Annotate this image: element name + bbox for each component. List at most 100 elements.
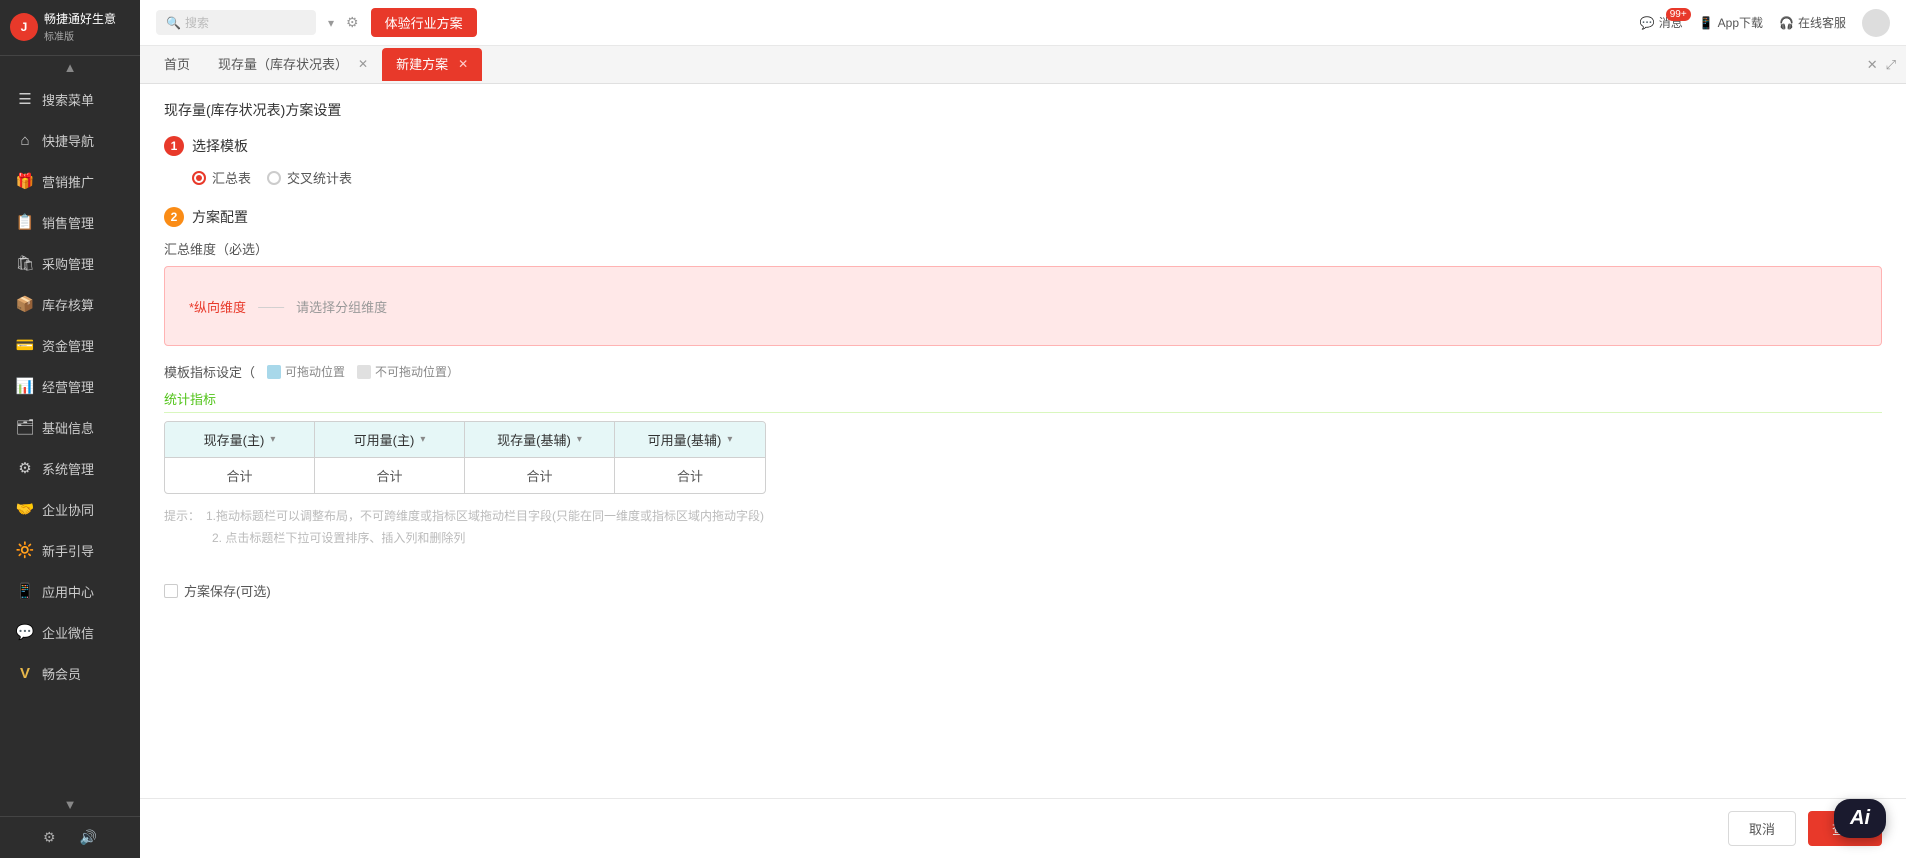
tab-new-scheme[interactable]: 新建方案 ✕ [382,48,482,81]
col-chevron-3[interactable]: ▾ [727,434,732,445]
service-label: 在线客服 [1798,14,1846,31]
sidebar-item-search-menu[interactable]: ☰ 搜索菜单 [0,79,140,120]
save-option[interactable]: 方案保存(可选) [164,569,1882,612]
settings-button[interactable]: ⚙ [35,825,64,850]
indicator-label-text: 模板指标设定（ [164,362,255,381]
tip-2: 2. 点击标题栏下拉可设置排序、插入列和删除列 [164,528,1882,550]
tab-close-all-icon[interactable]: ✕ [1867,57,1878,73]
user-avatar[interactable] [1862,9,1890,37]
sidebar-scroll-up[interactable]: ▲ [0,56,140,79]
dimension-area[interactable]: *纵向维度 —— 请选择分组维度 [164,266,1882,346]
radio-summary-label: 汇总表 [212,168,251,187]
cancel-button[interactable]: 取消 [1728,811,1796,846]
cell-2: 合计 [465,458,615,493]
sidebar-item-label: 营销推广 [42,172,94,191]
logo-text: 畅捷通好生意 [44,12,116,28]
col-chevron-2[interactable]: ▾ [577,434,582,445]
col-header-0[interactable]: 现存量(主) ▾ [165,422,315,457]
chevron-down-icon[interactable]: ▾ [328,16,334,30]
sidebar-item-label: 新手引导 [42,541,94,560]
sidebar-item-basic-info[interactable]: 🗂 基础信息 [0,407,140,448]
sidebar-item-purchase[interactable]: 🛍 采购管理 [0,243,140,284]
dimension-inner: *纵向维度 —— 请选择分组维度 [189,297,387,316]
search-icon: 🔍 [166,16,181,30]
tabbar: 首页 现存量（库存状况表） ✕ 新建方案 ✕ ✕ ⤢ [140,46,1906,84]
sidebar-item-new-guide[interactable]: 🔆 新手引导 [0,530,140,571]
sidebar-item-wechat[interactable]: 💬 企业微信 [0,612,140,653]
indicator-settings-label: 模板指标设定（ 可拖动位置 不可拖动位置） [164,362,1882,381]
sidebar-item-finance[interactable]: 💳 资金管理 [0,325,140,366]
tab-inventory-status[interactable]: 现存量（库存状况表） ✕ [204,46,382,83]
ai-bubble[interactable]: Ai [1834,799,1886,838]
logo-icon: J [10,13,38,41]
trial-industry-button[interactable]: 体验行业方案 [371,8,477,37]
save-checkbox[interactable] [164,584,178,598]
tab-new-scheme-close-icon[interactable]: ✕ [458,57,468,71]
draggable-color-swatch [267,365,281,379]
sidebar-item-quick-nav[interactable]: ⌂ 快捷导航 [0,120,140,161]
tip-1: 提示： 1.拖动标题栏可以调整布局，不可跨维度或指标区域拖动栏目字段(只能在同一… [164,506,1882,528]
section2-num: 2 [164,207,184,227]
radio-cross-circle [267,171,281,185]
dimension-field-label: *纵向维度 [189,297,246,316]
app-icon: 📱 [16,582,34,600]
save-option-label: 方案保存(可选) [184,581,271,600]
search-placeholder: 搜索 [185,14,209,31]
sidebar-item-label: 畅会员 [42,664,81,683]
sidebar-item-management[interactable]: 📊 经营管理 [0,366,140,407]
radio-summary[interactable]: 汇总表 [192,168,251,187]
col-label-3: 可用量(基辅) [648,430,722,449]
tabbar-right-controls: ✕ ⤢ [1867,57,1896,73]
radio-cross[interactable]: 交叉统计表 [267,168,352,187]
headset-icon: 🎧 [1779,16,1794,30]
ai-label: Ai [1850,807,1870,829]
col-chevron-1[interactable]: ▾ [420,434,425,445]
gear-icon[interactable]: ⚙ [346,14,359,31]
sidebar-item-member[interactable]: V 畅会员 [0,653,140,694]
tab-inventory-close-icon[interactable]: ✕ [358,57,368,71]
page-content: 现存量(库存状况表)方案设置 1 选择模板 汇总表 交叉统计表 [140,84,1906,798]
member-icon: V [16,664,34,682]
app-download-button[interactable]: 📱 App下载 [1699,14,1763,31]
message-button[interactable]: 💬 消息 99+ [1640,14,1683,31]
enterprise-icon: 🤝 [16,500,34,518]
tab-inventory-label: 现存量（库存状况表） [218,54,348,73]
message-icon: 💬 [1640,16,1655,30]
wechat-icon: 💬 [16,623,34,641]
legend-draggable-label: 可拖动位置 [285,363,345,380]
sidebar-item-app-center[interactable]: 📱 应用中心 [0,571,140,612]
tab-expand-icon[interactable]: ⤢ [1886,57,1896,73]
search-bar[interactable]: 🔍 搜索 [156,10,316,35]
sidebar-item-label: 销售管理 [42,213,94,232]
sidebar-bottom: ⚙ 🔊 [0,816,140,858]
stats-table: 现存量(主) ▾ 可用量(主) ▾ 现存量(基辅) ▾ 可用量(基辅) [164,421,766,494]
sidebar-item-system[interactable]: ⚙ 系统管理 [0,448,140,489]
legend-fixed: 不可拖动位置） [357,363,459,380]
sidebar-item-label: 库存核算 [42,295,94,314]
service-button[interactable]: 🎧 在线客服 [1779,14,1846,31]
sidebar-item-label: 搜索菜单 [42,90,94,109]
sidebar-item-inventory[interactable]: 📦 库存核算 [0,284,140,325]
cell-1: 合计 [315,458,465,493]
col-header-2[interactable]: 现存量(基辅) ▾ [465,422,615,457]
sidebar-item-label: 经营管理 [42,377,94,396]
sidebar-nav: ☰ 搜索菜单 ⌂ 快捷导航 🎁 营销推广 📋 销售管理 🛍 采购管理 📦 库存核… [0,79,140,793]
sidebar-item-sales[interactable]: 📋 销售管理 [0,202,140,243]
search-menu-icon: ☰ [16,90,34,108]
sidebar-item-marketing[interactable]: 🎁 营销推广 [0,161,140,202]
message-badge: 99+ [1666,8,1691,21]
tab-home[interactable]: 首页 [150,46,204,83]
sidebar-item-label: 快捷导航 [42,131,94,150]
sidebar-item-label: 资金管理 [42,336,94,355]
management-icon: 📊 [16,377,34,395]
sidebar-item-label: 应用中心 [42,582,94,601]
dimension-placeholder: 请选择分组维度 [296,297,387,316]
col-header-1[interactable]: 可用量(主) ▾ [315,422,465,457]
col-header-3[interactable]: 可用量(基辅) ▾ [615,422,765,457]
sound-button[interactable]: 🔊 [72,825,105,850]
section1-header: 1 选择模板 [164,136,1882,156]
cell-3: 合计 [615,458,765,493]
sidebar-scroll-down[interactable]: ▼ [0,793,140,816]
sidebar-item-enterprise[interactable]: 🤝 企业协同 [0,489,140,530]
col-chevron-0[interactable]: ▾ [270,434,275,445]
